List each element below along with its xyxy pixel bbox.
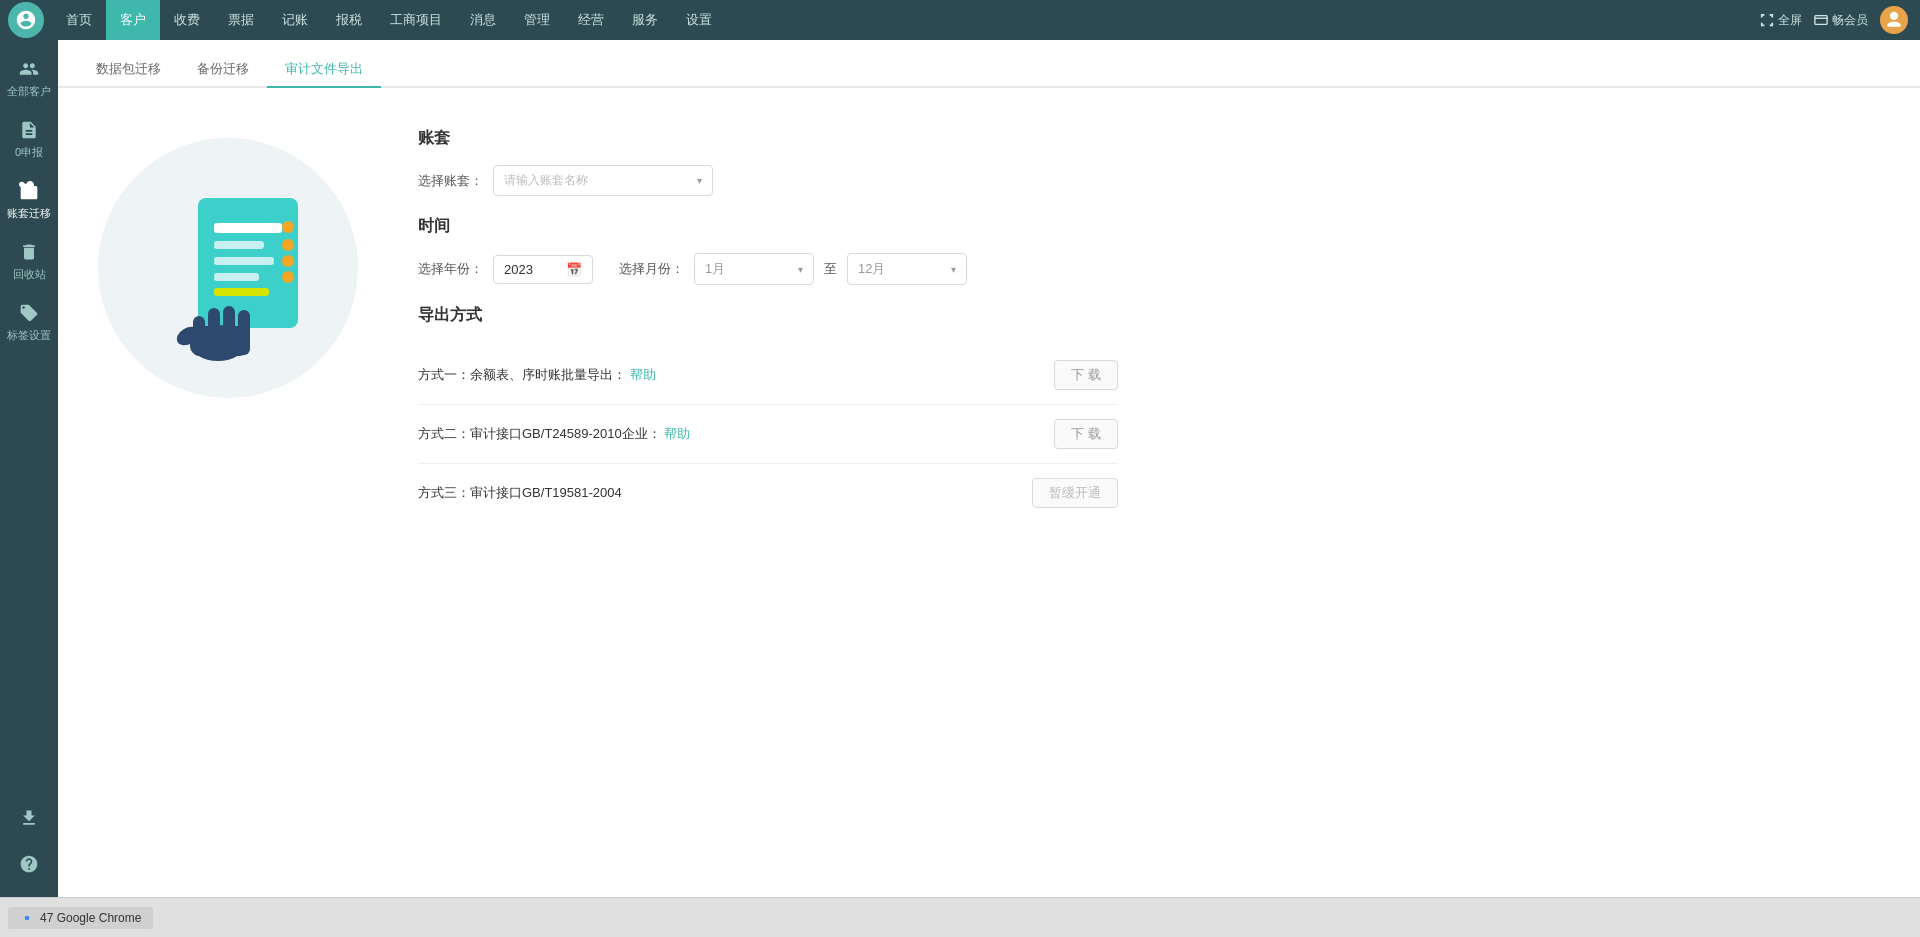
svg-rect-2 bbox=[214, 223, 282, 233]
svg-rect-10 bbox=[214, 288, 269, 296]
nav-billing[interactable]: 收费 bbox=[160, 0, 214, 40]
nav-business[interactable]: 工商项目 bbox=[376, 0, 456, 40]
export-method-2: 方式二：审计接口GB/T24589-2010企业： 帮助 下 载 bbox=[418, 405, 1118, 464]
sidebar-label-recycle: 回收站 bbox=[13, 267, 46, 282]
method-2-help-link[interactable]: 帮助 bbox=[664, 426, 690, 441]
month-end-value: 12月 bbox=[858, 260, 885, 278]
time-row: 选择年份： 2023 📅 选择月份： 1月 ▾ 至 12月 ▾ bbox=[418, 253, 1118, 285]
users-icon bbox=[18, 58, 40, 80]
file-icon bbox=[18, 119, 40, 141]
top-navigation: 首页 客户 收费 票据 记账 报税 工商项目 消息 管理 经营 服务 设置 全屏… bbox=[0, 0, 1920, 40]
section-title-account: 账套 bbox=[418, 128, 1118, 149]
sidebar-item-download[interactable] bbox=[0, 797, 58, 839]
method-2-download-btn[interactable]: 下 载 bbox=[1054, 419, 1118, 449]
tab-audit-export[interactable]: 审计文件导出 bbox=[267, 52, 381, 88]
chevron-down-icon-month-end: ▾ bbox=[951, 264, 956, 275]
user-avatar[interactable] bbox=[1880, 6, 1908, 34]
chevron-down-icon: ▾ bbox=[697, 175, 702, 186]
sidebar-bottom bbox=[0, 797, 58, 897]
chevron-down-icon-month: ▾ bbox=[798, 264, 803, 275]
section-title-time: 时间 bbox=[418, 216, 1118, 237]
sidebar-item-zero-declare[interactable]: 0申报 bbox=[0, 109, 58, 170]
nav-tax[interactable]: 报税 bbox=[322, 0, 376, 40]
sidebar-label-all-customers: 全部客户 bbox=[7, 84, 51, 99]
help-icon bbox=[18, 853, 40, 875]
label-select-year: 选择年份： bbox=[418, 260, 483, 278]
sidebar-label-migrate: 账套迁移 bbox=[7, 206, 51, 221]
nav-service[interactable]: 服务 bbox=[618, 0, 672, 40]
sidebar-label-zero-declare: 0申报 bbox=[15, 145, 43, 160]
method-1-download-btn[interactable]: 下 载 bbox=[1054, 360, 1118, 390]
sidebar: 全部客户 0申报 账套迁移 回收站 标签设置 bbox=[0, 40, 58, 897]
app-logo bbox=[8, 2, 44, 38]
tab-backup-migration[interactable]: 备份迁移 bbox=[179, 52, 267, 88]
nav-settings[interactable]: 设置 bbox=[672, 0, 726, 40]
method-1-help-link[interactable]: 帮助 bbox=[630, 367, 656, 382]
taskbar-item-label: 47 Google Chrome bbox=[40, 911, 141, 925]
svg-point-7 bbox=[282, 239, 294, 251]
form-area: 账套 选择账套： 请输入账套名称 ▾ 时间 选择年份： 2023 📅 bbox=[418, 118, 1118, 522]
svg-rect-17 bbox=[190, 326, 250, 356]
svg-point-6 bbox=[282, 221, 294, 233]
label-select-month: 选择月份： bbox=[619, 260, 684, 278]
illustration bbox=[98, 138, 358, 398]
sidebar-label-tag-settings: 标签设置 bbox=[7, 328, 51, 343]
svg-rect-5 bbox=[214, 273, 259, 281]
nav-operation[interactable]: 经营 bbox=[564, 0, 618, 40]
svg-point-18 bbox=[25, 915, 30, 920]
svg-rect-0 bbox=[1815, 16, 1827, 25]
download-icon bbox=[18, 807, 40, 829]
nav-invoice[interactable]: 票据 bbox=[214, 0, 268, 40]
year-value: 2023 bbox=[504, 262, 533, 277]
taskbar-chrome-item[interactable]: 47 Google Chrome bbox=[8, 907, 153, 929]
method-1-label: 方式一：余额表、序时账批量导出： 帮助 bbox=[418, 366, 656, 384]
nav-home[interactable]: 首页 bbox=[52, 0, 106, 40]
calendar-icon: 📅 bbox=[566, 262, 582, 277]
method-3-pending-btn[interactable]: 暂缓开通 bbox=[1032, 478, 1118, 508]
page-content: 账套 选择账套： 请输入账套名称 ▾ 时间 选择年份： 2023 📅 bbox=[58, 88, 1920, 897]
month-start-value: 1月 bbox=[705, 260, 725, 278]
nav-bookkeeping[interactable]: 记账 bbox=[268, 0, 322, 40]
sidebar-item-help[interactable] bbox=[0, 843, 58, 885]
nav-items: 首页 客户 收费 票据 记账 报税 工商项目 消息 管理 经营 服务 设置 bbox=[52, 0, 1760, 40]
sidebar-item-tag-settings[interactable]: 标签设置 bbox=[0, 292, 58, 353]
month-start-select[interactable]: 1月 ▾ bbox=[694, 253, 814, 285]
fullscreen-btn[interactable]: 全屏 bbox=[1760, 12, 1802, 29]
method-3-label: 方式三：审计接口GB/T19581-2004 bbox=[418, 484, 622, 502]
account-select[interactable]: 请输入账套名称 ▾ bbox=[493, 165, 713, 196]
content-area: 数据包迁移 备份迁移 审计文件导出 bbox=[58, 40, 1920, 897]
account-placeholder: 请输入账套名称 bbox=[504, 172, 588, 189]
nav-customer[interactable]: 客户 bbox=[106, 0, 160, 40]
tab-data-migration[interactable]: 数据包迁移 bbox=[78, 52, 179, 88]
method-2-label: 方式二：审计接口GB/T24589-2010企业： 帮助 bbox=[418, 425, 690, 443]
account-row: 选择账套： 请输入账套名称 ▾ bbox=[418, 165, 1118, 196]
tab-bar: 数据包迁移 备份迁移 审计文件导出 bbox=[58, 40, 1920, 88]
sidebar-item-migrate[interactable]: 账套迁移 bbox=[0, 170, 58, 231]
sidebar-item-all-customers[interactable]: 全部客户 bbox=[0, 48, 58, 109]
main-layout: 全部客户 0申报 账套迁移 回收站 标签设置 bbox=[0, 40, 1920, 897]
export-method-1: 方式一：余额表、序时账批量导出： 帮助 下 载 bbox=[418, 346, 1118, 405]
svg-rect-3 bbox=[214, 241, 264, 249]
nav-message[interactable]: 消息 bbox=[456, 0, 510, 40]
section-title-export: 导出方式 bbox=[418, 305, 1118, 326]
svg-rect-4 bbox=[214, 257, 274, 265]
taskbar: 47 Google Chrome bbox=[0, 897, 1920, 937]
to-separator: 至 bbox=[824, 260, 837, 278]
month-end-select[interactable]: 12月 ▾ bbox=[847, 253, 967, 285]
nav-right-area: 全屏 畅会员 bbox=[1760, 6, 1920, 34]
svg-point-9 bbox=[282, 271, 294, 283]
trash-icon bbox=[18, 241, 40, 263]
svg-point-8 bbox=[282, 255, 294, 267]
sidebar-item-recycle[interactable]: 回收站 bbox=[0, 231, 58, 292]
migrate-icon bbox=[18, 180, 40, 202]
tag-icon bbox=[18, 302, 40, 324]
nav-manage[interactable]: 管理 bbox=[510, 0, 564, 40]
label-select-account: 选择账套： bbox=[418, 172, 483, 190]
export-section: 方式一：余额表、序时账批量导出： 帮助 下 载 方式二：审计接口GB/T2458… bbox=[418, 346, 1118, 522]
export-method-3: 方式三：审计接口GB/T19581-2004 暂缓开通 bbox=[418, 464, 1118, 522]
member-btn[interactable]: 畅会员 bbox=[1814, 12, 1868, 29]
year-input[interactable]: 2023 📅 bbox=[493, 255, 593, 284]
